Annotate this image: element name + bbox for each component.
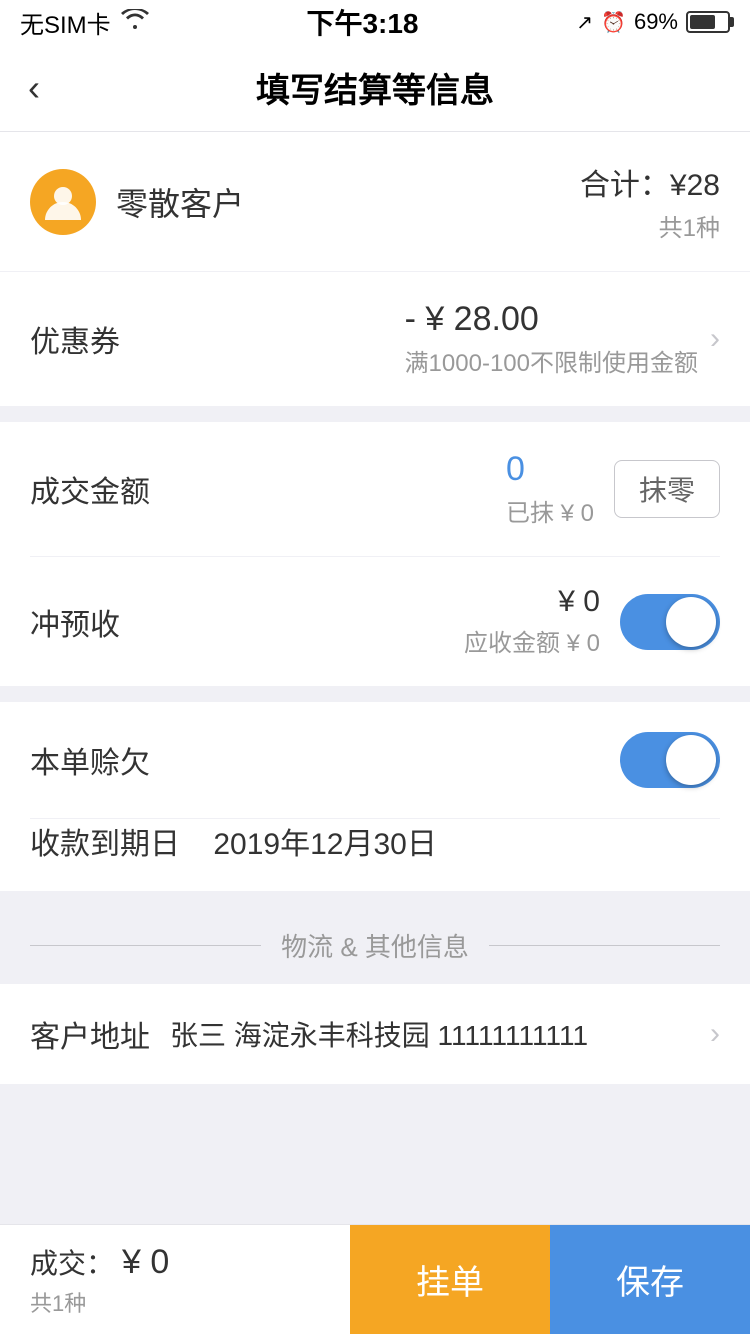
customer-right: 合计：¥28 共1种: [580, 160, 720, 243]
credit-toggle-knob: [666, 735, 716, 785]
customer-left: 零散客户: [30, 169, 244, 235]
bottom-deal-amount: ¥ 0: [122, 1243, 169, 1282]
deal-section: 成交金额 0 已抹 ¥ 0 抹零 冲预收 ¥ 0 应收金额 ¥ 0: [0, 422, 750, 686]
logistics-divider-section: 物流 & 其他信息: [0, 907, 750, 984]
prepay-row: 冲预收 ¥ 0 应收金额 ¥ 0: [30, 557, 720, 686]
location-icon: ↗: [576, 10, 593, 35]
bottom-deal-row: 成交： ¥ 0: [30, 1242, 320, 1282]
coupon-right: - ¥ 28.00 满1000-100不限制使用金额 ›: [405, 300, 720, 378]
credit-row: 本单赊欠: [30, 702, 720, 818]
deal-amount-block: 0 已抹 ¥ 0: [506, 450, 594, 528]
customer-card: 零散客户 合计：¥28 共1种 优惠券 - ¥ 28.00 满1000-100不…: [0, 132, 750, 406]
user-avatar-icon: [43, 182, 83, 222]
logistics-label: 物流 & 其他信息: [281, 927, 469, 964]
round-zero-button[interactable]: 抹零: [614, 460, 720, 518]
due-date-label: 收款到期日 2019年12月30日: [30, 828, 437, 861]
credit-label: 本单赊欠: [30, 738, 150, 782]
due-date-row: 收款到期日 2019年12月30日: [30, 818, 720, 891]
divider-line-right: [489, 945, 720, 946]
status-left: 无SIM卡: [20, 5, 149, 40]
total-count: 共1种: [580, 208, 720, 243]
deal-amount-row: 成交金额 0 已抹 ¥ 0 抹零: [30, 422, 720, 557]
status-bar: 无SIM卡 下午3:18 ↗ ⏰ 69%: [0, 0, 750, 44]
save-button[interactable]: 保存: [550, 1225, 750, 1334]
back-button[interactable]: ‹: [28, 67, 40, 109]
chevron-right-icon: ›: [710, 322, 720, 356]
deal-amount: 0: [506, 450, 594, 489]
customer-row: 零散客户 合计：¥28 共1种: [0, 132, 750, 271]
deal-sub: 已抹 ¥ 0: [506, 493, 594, 528]
alarm-icon: ⏰: [601, 10, 626, 35]
prepay-amount: ¥ 0: [464, 585, 600, 619]
customer-avatar: [30, 169, 96, 235]
credit-toggle[interactable]: [620, 732, 720, 788]
coupon-label: 优惠券: [30, 317, 120, 361]
page-title: 填写结算等信息: [256, 63, 494, 112]
coupon-row[interactable]: 优惠券 - ¥ 28.00 满1000-100不限制使用金额 ›: [0, 271, 750, 406]
credit-section: 本单赊欠 收款到期日 2019年12月30日: [0, 702, 750, 891]
customer-name: 零散客户: [116, 179, 244, 225]
wifi-icon: [121, 8, 149, 36]
coupon-discount: - ¥ 28.00: [405, 300, 698, 339]
battery-percent: 69%: [634, 9, 678, 35]
address-row[interactable]: 客户地址 张三 海淀永丰科技园 11111111111 ›: [30, 984, 720, 1084]
bottom-deal-label: 成交：: [30, 1242, 114, 1282]
prepay-sub: 应收金额 ¥ 0: [464, 623, 600, 658]
divider-with-text: 物流 & 其他信息: [30, 927, 720, 964]
toggle-knob: [666, 597, 716, 647]
due-date-value: 2019年12月30日: [213, 828, 436, 861]
nav-bar: ‹ 填写结算等信息: [0, 44, 750, 132]
carrier-label: 无SIM卡: [20, 5, 111, 40]
bottom-info: 成交： ¥ 0 共1种: [0, 1242, 350, 1318]
prepay-toggle[interactable]: [620, 594, 720, 650]
prepay-amount-block: ¥ 0 应收金额 ¥ 0: [464, 585, 600, 658]
status-time: 下午3:18: [306, 2, 418, 42]
battery-icon: [686, 11, 730, 33]
total-amount: 合计：¥28: [580, 160, 720, 204]
bottom-count: 共1种: [30, 1286, 320, 1318]
prepay-right: ¥ 0 应收金额 ¥ 0: [464, 585, 720, 658]
deal-right: 0 已抹 ¥ 0 抹零: [506, 450, 720, 528]
deal-label: 成交金额: [30, 467, 150, 511]
coupon-description: 满1000-100不限制使用金额: [405, 343, 698, 378]
prepay-label: 冲预收: [30, 600, 120, 644]
address-chevron-icon: ›: [710, 1017, 720, 1051]
main-content: 零散客户 合计：¥28 共1种 优惠券 - ¥ 28.00 满1000-100不…: [0, 132, 750, 1220]
bottom-bar: 成交： ¥ 0 共1种 挂单 保存: [0, 1224, 750, 1334]
address-label: 客户地址: [30, 1012, 150, 1056]
hold-button[interactable]: 挂单: [350, 1225, 550, 1334]
divider-line-left: [30, 945, 261, 946]
address-section: 客户地址 张三 海淀永丰科技园 11111111111 ›: [0, 984, 750, 1084]
address-value: 张三 海淀永丰科技园 11111111111: [170, 1014, 710, 1054]
coupon-info: - ¥ 28.00 满1000-100不限制使用金额: [405, 300, 698, 378]
status-right: ↗ ⏰ 69%: [576, 9, 730, 35]
